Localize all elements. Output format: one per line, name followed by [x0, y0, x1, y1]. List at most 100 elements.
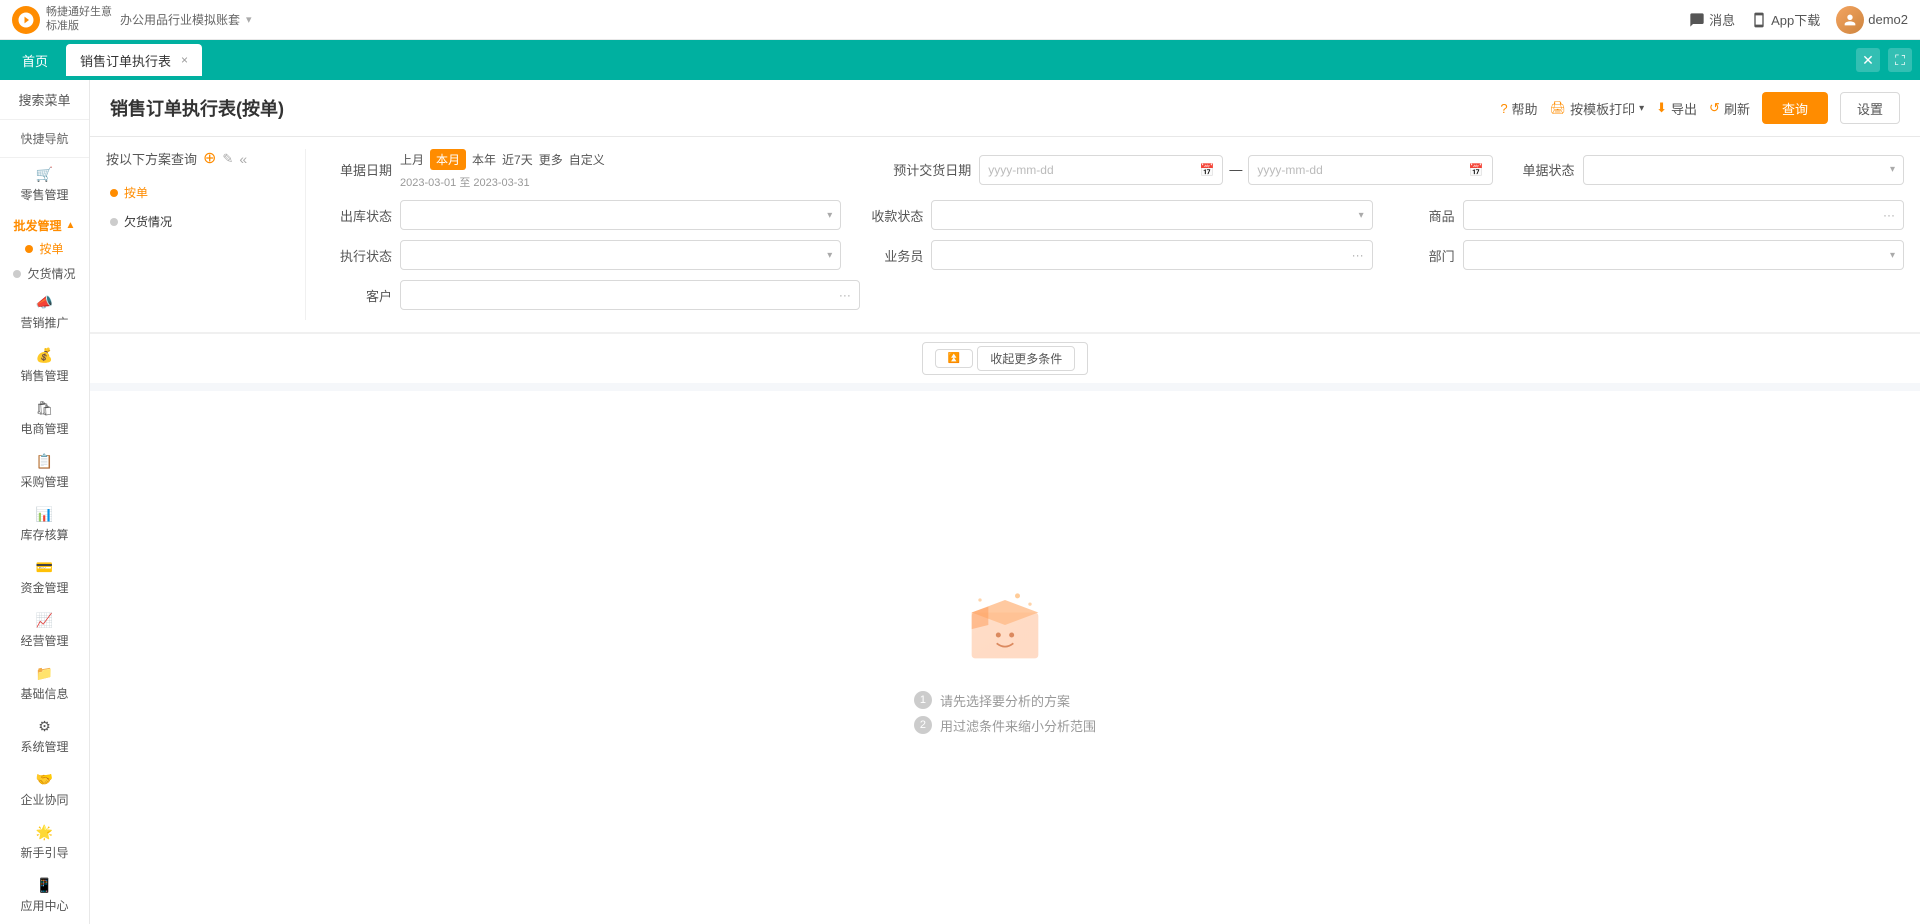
refresh-icon: ↺	[1709, 100, 1720, 116]
exec-select[interactable]: ▾	[400, 240, 841, 270]
scheme-item-order[interactable]: 按单	[106, 178, 289, 207]
page-title: 销售订单执行表(按单)	[110, 95, 284, 133]
forecast-date-end[interactable]: yyyy-mm-dd 📅	[1248, 155, 1492, 185]
header-left: 畅捷通好生意 标准版 办公用品行业模拟账套 ▾	[12, 6, 252, 34]
filter-fields-panel: 单据日期 上月 本月 本年 近7天 更多 自定义 20	[306, 149, 1904, 320]
breadcrumb[interactable]: 办公用品行业模拟账套 ▾	[120, 11, 252, 28]
sidebar-item-operations[interactable]: 📈 经营管理	[0, 604, 89, 657]
more-icon-2: ···	[1352, 248, 1364, 262]
filter-row-3: 执行状态 ▾ 业务员 ···	[322, 240, 1904, 270]
enterprise-icon: 🤝	[36, 771, 53, 788]
filter-customer-field: 客户 ···	[322, 280, 860, 310]
date-7days[interactable]: 近7天	[502, 151, 533, 168]
customer-select[interactable]: ···	[400, 280, 860, 310]
edit-scheme-btn[interactable]: ✎	[222, 151, 233, 167]
help-btn[interactable]: ? 帮助	[1500, 99, 1537, 118]
payment-select[interactable]: ▾	[931, 200, 1372, 230]
calendar-icon: 📅	[1199, 163, 1214, 177]
content-area: 销售订单执行表(按单) ? 帮助 🖨 按模板打印 ▾ ⬇ 导出 ↺ 刷新	[90, 80, 1920, 924]
filter-panel-inner: 按以下方案查询 ⊕ ✎ « 按单 欠货情况	[90, 137, 1920, 333]
filter-forecast-date-field: 预计交货日期 yyyy-mm-dd 📅 — yyyy-mm-dd 📅	[893, 155, 1492, 185]
outbound-select[interactable]: ▾	[400, 200, 841, 230]
empty-state-icon	[955, 575, 1055, 675]
collapse-icon: ⏫	[935, 349, 973, 368]
filter-doc-status-field: 单据状态 ▾	[1505, 155, 1904, 185]
tab-sales-order[interactable]: 销售订单执行表 ×	[66, 44, 202, 76]
forecast-date-start[interactable]: yyyy-mm-dd 📅	[979, 155, 1223, 185]
sidebar: 搜索菜单 快捷导航 🛒 零售管理 批发管理 ▲ 按单 欠货情况 📣 营销推广 💰…	[0, 80, 90, 924]
avatar	[1836, 6, 1864, 34]
date-custom[interactable]: 自定义	[569, 151, 605, 168]
help-icon: ?	[1500, 101, 1507, 116]
select-arrow-icon-4: ▾	[827, 250, 832, 261]
tab-home[interactable]: 首页	[8, 44, 62, 76]
salesperson-select[interactable]: ···	[931, 240, 1372, 270]
dropdown-arrow-icon: ▾	[1639, 103, 1644, 114]
sidebar-sub-debt[interactable]: 欠货情况	[0, 261, 89, 286]
date-this-year[interactable]: 本年	[472, 151, 496, 168]
forecast-date-range: yyyy-mm-dd 📅 — yyyy-mm-dd 📅	[979, 155, 1492, 185]
purchase-icon: 📋	[36, 453, 53, 470]
sidebar-item-sales[interactable]: 💰 销售管理	[0, 339, 89, 392]
date-this-month[interactable]: 本月	[430, 149, 466, 170]
message-action[interactable]: 消息	[1689, 10, 1735, 29]
filter-panel: 按以下方案查询 ⊕ ✎ « 按单 欠货情况	[90, 137, 1920, 383]
empty-steps-list: 1 请先选择要分析的方案 2 用过滤条件来缩小分析范围	[914, 691, 1096, 741]
filter-outbound-field: 出库状态 ▾	[322, 200, 841, 230]
filter-row-2: 出库状态 ▾ 收款状态 ▾	[322, 200, 1904, 230]
refresh-btn[interactable]: ↺ 刷新	[1709, 99, 1750, 118]
sidebar-item-wholesale[interactable]: 批发管理 ▲	[0, 211, 89, 236]
sidebar-item-inventory[interactable]: 📊 库存核算	[0, 498, 89, 551]
sidebar-item-finance[interactable]: 💳 资金管理	[0, 551, 89, 604]
filter-payment-field: 收款状态 ▾	[853, 200, 1372, 230]
goods-select[interactable]: ···	[1463, 200, 1904, 230]
query-button[interactable]: 查询	[1762, 92, 1828, 124]
page-header: 销售订单执行表(按单) ? 帮助 🖨 按模板打印 ▾ ⬇ 导出 ↺ 刷新	[90, 80, 1920, 137]
sidebar-item-basic[interactable]: 📁 基础信息	[0, 657, 89, 710]
inventory-icon: 📊	[36, 506, 53, 523]
empty-state: 1 请先选择要分析的方案 2 用过滤条件来缩小分析范围	[914, 575, 1096, 741]
select-arrow-icon-5: ▾	[1890, 250, 1895, 261]
user-profile[interactable]: demo2	[1836, 6, 1908, 34]
date-last-month[interactable]: 上月	[400, 151, 424, 168]
marketing-icon: 📣	[36, 294, 53, 311]
table-area: 1 请先选择要分析的方案 2 用过滤条件来缩小分析范围	[90, 391, 1920, 924]
settings-button[interactable]: 设置	[1840, 92, 1900, 124]
close-window-btn[interactable]: ✕	[1856, 48, 1880, 72]
empty-step-1: 1 请先选择要分析的方案	[914, 691, 1096, 710]
select-arrow-icon-3: ▾	[1359, 210, 1364, 221]
add-scheme-btn[interactable]: ⊕	[203, 151, 216, 167]
filter-scheme-panel: 按以下方案查询 ⊕ ✎ « 按单 欠货情况	[106, 149, 306, 320]
sidebar-item-purchase[interactable]: 📋 采购管理	[0, 445, 89, 498]
template-print-btn[interactable]: 🖨 按模板打印 ▾	[1550, 99, 1645, 118]
date-range-display: 2023-03-01 至 2023-03-31	[400, 174, 881, 190]
sidebar-item-newuser[interactable]: 🌟 新手引导	[0, 816, 89, 869]
main-layout: 搜索菜单 快捷导航 🛒 零售管理 批发管理 ▲ 按单 欠货情况 📣 营销推广 💰…	[0, 80, 1920, 924]
tab-bar: 首页 销售订单执行表 × ✕ ⛶	[0, 40, 1920, 80]
collapse-scheme-btn[interactable]: «	[239, 151, 247, 167]
sidebar-item-ecommerce[interactable]: 🛍 电商管理	[0, 392, 89, 445]
scheme-item-debt[interactable]: 欠货情况	[106, 207, 289, 236]
tab-close-icon[interactable]: ×	[181, 53, 188, 67]
sidebar-item-enterprise[interactable]: 🤝 企业协同	[0, 763, 89, 816]
sidebar-item-apps[interactable]: 📱 应用中心	[0, 869, 89, 922]
logo-text: 畅捷通好生意 标准版	[46, 6, 112, 32]
collapse-bar[interactable]: ⏫ 收起更多条件	[90, 333, 1920, 383]
more-icon: ···	[1883, 208, 1895, 222]
date-more[interactable]: 更多	[539, 151, 563, 168]
dept-select[interactable]: ▾	[1463, 240, 1904, 270]
sidebar-sub-order[interactable]: 按单	[0, 236, 89, 261]
export-btn[interactable]: ⬇ 导出	[1656, 99, 1697, 118]
sidebar-item-marketing[interactable]: 📣 营销推广	[0, 286, 89, 339]
filter-row-1: 单据日期 上月 本月 本年 近7天 更多 自定义 20	[322, 149, 1904, 190]
app-download-action[interactable]: App下载	[1751, 10, 1820, 29]
sidebar-item-retail[interactable]: 🛒 零售管理	[0, 158, 89, 211]
chevron-up-icon: ▲	[66, 220, 76, 231]
logo-icon	[12, 6, 40, 34]
date-shortcuts: 上月 本月 本年 近7天 更多 自定义	[400, 149, 881, 170]
sidebar-item-system[interactable]: ⚙ 系统管理	[0, 710, 89, 763]
sales-icon: 💰	[36, 347, 53, 364]
maximize-window-btn[interactable]: ⛶	[1888, 48, 1912, 72]
sidebar-search[interactable]: 搜索菜单	[0, 80, 89, 120]
doc-status-select[interactable]: ▾	[1583, 155, 1904, 185]
